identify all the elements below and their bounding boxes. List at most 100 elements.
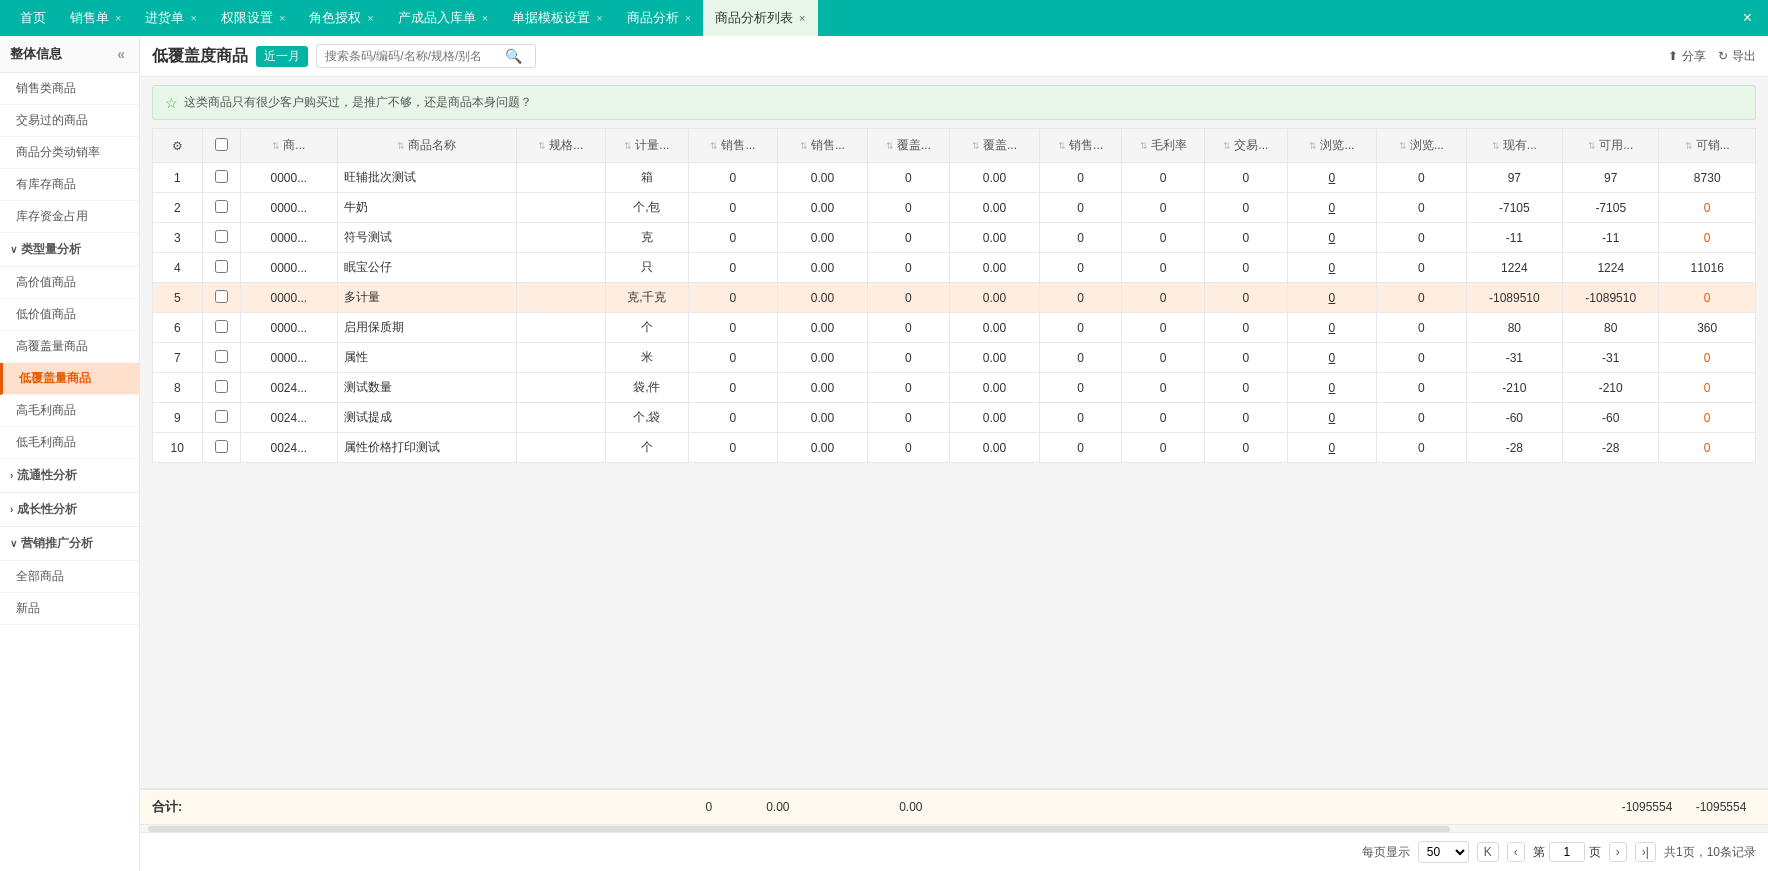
cell-browse1[interactable]: 0 — [1287, 283, 1377, 313]
cell-browse1[interactable]: 0 — [1287, 313, 1377, 343]
search-icon[interactable]: 🔍 — [505, 48, 522, 64]
nav-purchase-close[interactable]: × — [190, 12, 196, 24]
nav-template[interactable]: 单据模板设置 × — [500, 0, 614, 36]
th-name[interactable]: ⇅商品名称 — [337, 129, 516, 163]
sidebar-item-stock-capital[interactable]: 库存资金占用 — [0, 201, 139, 233]
cell-cover-rate: 0.00 — [950, 163, 1040, 193]
sidebar-item-category-rate[interactable]: 商品分类动销率 — [0, 137, 139, 169]
th-spec[interactable]: ⇅规格... — [516, 129, 606, 163]
row-checkbox[interactable] — [215, 410, 228, 423]
th-cover-count[interactable]: ⇅覆盖... — [867, 129, 950, 163]
cell-browse1[interactable]: 0 — [1287, 223, 1377, 253]
sidebar-item-sales-goods[interactable]: 销售类商品 — [0, 73, 139, 105]
cell-name: 属性价格打印测试 — [337, 433, 516, 463]
sidebar-item-low-coverage[interactable]: 低覆盖量商品 — [0, 363, 139, 395]
sidebar-item-high-coverage[interactable]: 高覆盖量商品 — [0, 331, 139, 363]
cell-check[interactable] — [202, 283, 241, 313]
cell-check[interactable] — [202, 343, 241, 373]
th-sales-qty[interactable]: ⇅销售... — [688, 129, 778, 163]
cell-check[interactable] — [202, 433, 241, 463]
row-checkbox[interactable] — [215, 290, 228, 303]
time-filter-badge[interactable]: 近一月 — [256, 46, 308, 67]
export-btn[interactable]: ↻ 导出 — [1718, 48, 1756, 65]
cell-check[interactable] — [202, 163, 241, 193]
nav-role-close[interactable]: × — [367, 12, 373, 24]
nav-goods-analysis-list[interactable]: 商品分析列表 × — [703, 0, 817, 36]
cell-browse1[interactable]: 0 — [1287, 343, 1377, 373]
cell-browse1[interactable]: 0 — [1287, 253, 1377, 283]
table-container[interactable]: ⚙ ⇅商... ⇅商品名称 ⇅规格... — [140, 128, 1768, 788]
settings-icon[interactable]: ⚙ — [172, 139, 183, 153]
last-page-btn[interactable]: ›| — [1635, 842, 1656, 862]
row-checkbox[interactable] — [215, 320, 228, 333]
cell-browse1[interactable]: 0 — [1287, 433, 1377, 463]
th-cover-rate[interactable]: ⇅覆盖... — [950, 129, 1040, 163]
select-all-checkbox[interactable] — [215, 138, 228, 151]
th-browse1[interactable]: ⇅浏览... — [1287, 129, 1377, 163]
cell-check[interactable] — [202, 253, 241, 283]
sidebar-item-high-margin[interactable]: 高毛利商品 — [0, 395, 139, 427]
nav-sales-close[interactable]: × — [115, 12, 121, 24]
th-sales-amount[interactable]: ⇅销售... — [778, 129, 868, 163]
sidebar-item-all-goods[interactable]: 全部商品 — [0, 561, 139, 593]
sidebar-section-marketing[interactable]: ∨ 营销推广分析 — [0, 527, 139, 561]
nav-goods-analysis-list-close[interactable]: × — [799, 12, 805, 24]
page-number-input[interactable] — [1549, 842, 1585, 862]
nav-template-close[interactable]: × — [596, 12, 602, 24]
cell-check[interactable] — [202, 403, 241, 433]
sidebar-item-new-goods[interactable]: 新品 — [0, 593, 139, 625]
row-checkbox[interactable] — [215, 170, 228, 183]
th-code[interactable]: ⇅商... — [241, 129, 337, 163]
cell-check[interactable] — [202, 223, 241, 253]
row-checkbox[interactable] — [215, 260, 228, 273]
first-page-btn[interactable]: K — [1477, 842, 1499, 862]
row-checkbox[interactable] — [215, 230, 228, 243]
nav-permission-close[interactable]: × — [279, 12, 285, 24]
th-current[interactable]: ⇅现有... — [1466, 129, 1562, 163]
cell-browse1[interactable]: 0 — [1287, 163, 1377, 193]
sidebar-item-low-margin[interactable]: 低毛利商品 — [0, 427, 139, 459]
nav-product-warehouse[interactable]: 产成品入库单 × — [386, 0, 500, 36]
nav-sales[interactable]: 销售单 × — [58, 0, 133, 36]
share-btn[interactable]: ⬆ 分享 — [1668, 48, 1706, 65]
prev-page-btn[interactable]: ‹ — [1507, 842, 1525, 862]
nav-product-warehouse-close[interactable]: × — [482, 12, 488, 24]
nav-goods-analysis[interactable]: 商品分析 × — [615, 0, 703, 36]
cell-browse1[interactable]: 0 — [1287, 403, 1377, 433]
th-sales-count2[interactable]: ⇅销售... — [1039, 129, 1122, 163]
row-checkbox[interactable] — [215, 200, 228, 213]
page-size-select[interactable]: 50 100 200 — [1418, 841, 1469, 863]
row-checkbox[interactable] — [215, 350, 228, 363]
sidebar-section-growth[interactable]: › 成长性分析 — [0, 493, 139, 527]
cell-check[interactable] — [202, 313, 241, 343]
sidebar-section-flow[interactable]: › 流通性分析 — [0, 459, 139, 493]
sidebar-item-traded-goods[interactable]: 交易过的商品 — [0, 105, 139, 137]
cell-browse1[interactable]: 0 — [1287, 373, 1377, 403]
nav-role[interactable]: 角色授权 × — [297, 0, 385, 36]
nav-home[interactable]: 首页 — [8, 0, 58, 36]
nav-purchase[interactable]: 进货单 × — [133, 0, 208, 36]
sidebar-item-high-value[interactable]: 高价值商品 — [0, 267, 139, 299]
th-trade[interactable]: ⇅交易... — [1205, 129, 1288, 163]
row-checkbox[interactable] — [215, 440, 228, 453]
sidebar-item-stock-goods[interactable]: 有库存商品 — [0, 169, 139, 201]
nav-permission[interactable]: 权限设置 × — [209, 0, 297, 36]
th-gross-rate[interactable]: ⇅毛利率 — [1122, 129, 1205, 163]
nav-goods-analysis-close[interactable]: × — [685, 12, 691, 24]
next-page-btn[interactable]: › — [1609, 842, 1627, 862]
row-checkbox[interactable] — [215, 380, 228, 393]
th-sellable[interactable]: ⇅可销... — [1659, 129, 1756, 163]
cell-browse1[interactable]: 0 — [1287, 193, 1377, 223]
cell-sellable: 0 — [1659, 373, 1756, 403]
th-unit[interactable]: ⇅计量... — [606, 129, 689, 163]
th-available[interactable]: ⇅可用... — [1563, 129, 1659, 163]
cell-sales-qty: 0 — [688, 313, 778, 343]
cell-check[interactable] — [202, 193, 241, 223]
window-close-btn[interactable]: × — [1735, 9, 1760, 27]
th-browse2[interactable]: ⇅浏览... — [1377, 129, 1467, 163]
search-input[interactable] — [325, 49, 505, 63]
cell-check[interactable] — [202, 373, 241, 403]
sidebar-section-quantity[interactable]: ∨ 类型量分析 — [0, 233, 139, 267]
sidebar-collapse-btn[interactable]: « — [113, 44, 129, 64]
sidebar-item-low-value[interactable]: 低价值商品 — [0, 299, 139, 331]
